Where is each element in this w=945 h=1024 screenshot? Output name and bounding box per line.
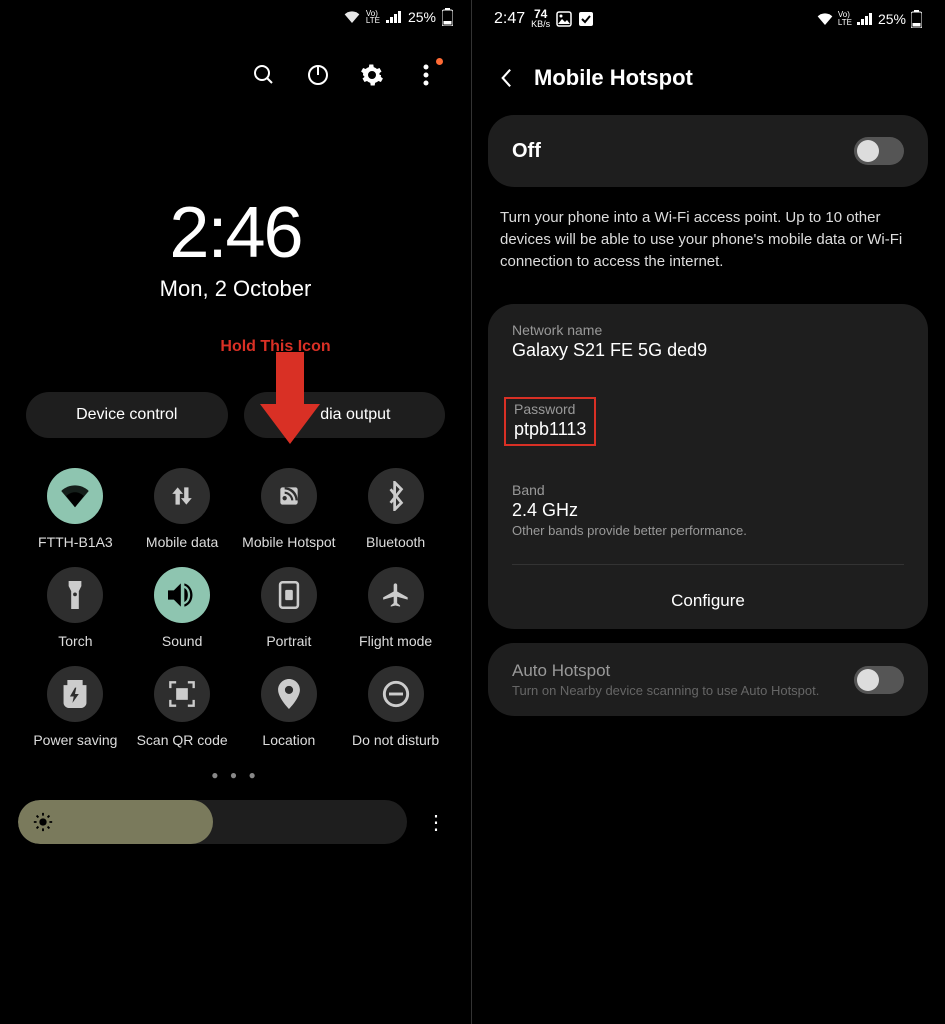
back-button[interactable] [496,68,516,88]
band-value: 2.4 GHz [512,500,904,521]
date-display: Mon, 2 October [0,276,471,302]
qr-icon [168,680,196,708]
chevron-left-icon [496,68,516,88]
wifi-status-icon [817,13,833,25]
password-label: Password [514,401,586,417]
tile-bluetooth[interactable]: Bluetooth [346,468,445,551]
auto-hotspot-sub: Turn on Nearby device scanning to use Au… [512,683,819,698]
image-icon [556,11,572,27]
band-label: Band [512,482,904,498]
netspeed-text: 74KB/s [531,8,550,29]
clock-block: 2:46 Mon, 2 October [0,192,471,302]
hotspot-settings-panel: 2:47 74KB/s Vo)LTE 25% M [472,0,944,1024]
signal-icon [386,11,402,23]
torch-icon [65,581,85,609]
page-indicator: ● ● ● [0,768,471,782]
tile-portrait[interactable]: Portrait [240,567,339,650]
tile-location[interactable]: Location [240,666,339,749]
dnd-icon [382,680,410,708]
status-bar: Vo)LTE 25% [0,0,471,34]
divider [512,564,904,565]
hotspot-description: Turn your phone into a Wi-Fi access poin… [472,201,944,290]
hotspot-switch[interactable] [854,137,904,165]
password-highlight: Password ptpb1113 [504,397,596,446]
wifi-status-icon [344,11,360,23]
page-title: Mobile Hotspot [534,65,693,91]
checkbox-icon [578,11,594,27]
switch-knob-icon [857,669,879,691]
tile-dnd[interactable]: Do not disturb [346,666,445,749]
battery-text: 25% [878,11,906,27]
status-bar-right: 2:47 74KB/s Vo)LTE 25% [472,0,944,37]
battery-icon [442,8,453,26]
volte-icon: Vo)LTE [366,10,380,24]
sound-icon [168,583,196,607]
portrait-icon [278,581,300,609]
flight-icon [382,581,410,609]
password-row[interactable]: Password ptpb1113 [488,379,928,464]
powersaving-icon [63,680,87,708]
tile-sound[interactable]: Sound [133,567,232,650]
hotspot-icon [276,483,302,509]
notification-dot-icon [436,58,443,65]
battery-text: 25% [408,9,436,25]
auto-hotspot-row[interactable]: Auto Hotspot Turn on Nearby device scann… [488,643,928,716]
wifi-icon [60,484,90,508]
auto-hotspot-title: Auto Hotspot [512,661,819,681]
network-name-label: Network name [512,322,904,338]
bluetooth-icon [385,481,407,511]
tile-torch[interactable]: Torch [26,567,125,650]
search-button[interactable] [249,60,279,90]
password-value: ptpb1113 [514,419,586,440]
brightness-slider[interactable] [18,800,407,844]
quick-tiles: FTTH-B1A3 Mobile data Mobile Hotspot Blu… [0,438,471,748]
tile-wifi[interactable]: FTTH-B1A3 [26,468,125,551]
auto-hotspot-card: Auto Hotspot Turn on Nearby device scann… [488,643,928,716]
battery-icon [911,10,922,28]
settings-button[interactable] [357,60,387,90]
annotation-arrow-icon [260,352,320,444]
toggle-label: Off [512,140,541,163]
tile-qr[interactable]: Scan QR code [133,666,232,749]
mobiledata-icon [169,483,195,509]
time-display: 2:46 [0,192,471,274]
network-name-value: Galaxy S21 FE 5G ded9 [512,340,904,361]
quick-settings-panel: Vo)LTE 25% 2:46 Mon, 2 October Hold This… [0,0,472,1024]
band-row[interactable]: Band 2.4 GHz Other bands provide better … [488,464,928,556]
location-icon [278,679,300,709]
tile-power[interactable]: Power saving [26,666,125,749]
brightness-more-button[interactable]: ⋮ [419,810,453,835]
clock-text: 2:47 [494,10,525,28]
power-button[interactable] [303,60,333,90]
tile-flight[interactable]: Flight mode [346,567,445,650]
hotspot-toggle-card: Off [488,115,928,187]
tile-mobiledata[interactable]: Mobile data [133,468,232,551]
hotspot-toggle-row[interactable]: Off [488,115,928,187]
brightness-icon [32,811,54,833]
signal-icon [857,13,873,25]
band-note: Other bands provide better performance. [512,523,904,538]
hotspot-config-card: Network name Galaxy S21 FE 5G ded9 Passw… [488,304,928,629]
configure-button[interactable]: Configure [488,573,928,629]
device-control-button[interactable]: Device control [26,392,228,438]
more-button[interactable] [411,60,441,90]
tile-hotspot[interactable]: Mobile Hotspot [240,468,339,551]
switch-knob-icon [857,140,879,162]
auto-hotspot-switch[interactable] [854,666,904,694]
volte-icon: Vo)LTE [838,11,852,25]
network-name-row[interactable]: Network name Galaxy S21 FE 5G ded9 [488,304,928,379]
top-actions [0,34,471,102]
